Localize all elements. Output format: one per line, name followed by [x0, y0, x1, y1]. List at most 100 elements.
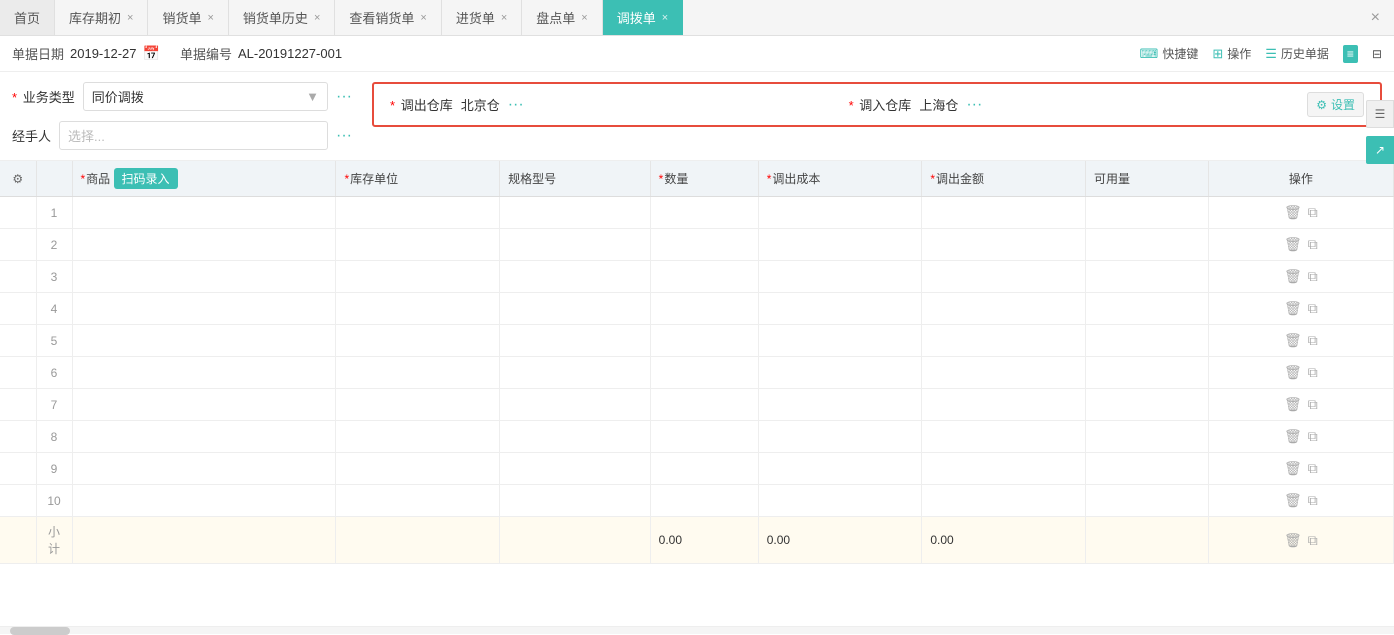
data-cell[interactable] — [72, 293, 336, 325]
data-cell[interactable] — [650, 261, 758, 293]
tab-sales-history-close[interactable]: × — [314, 12, 320, 24]
delete-row-icon[interactable]: 🗑 — [1281, 460, 1305, 476]
copy-row-icon[interactable]: ⧉ — [1305, 428, 1321, 444]
data-cell[interactable] — [650, 485, 758, 517]
delete-row-icon[interactable]: 🗑 — [1281, 396, 1305, 412]
data-cell[interactable] — [1086, 389, 1209, 421]
settings-button[interactable]: ⚙ 设置 — [1307, 92, 1364, 117]
delete-row-icon[interactable]: 🗑 — [1281, 364, 1305, 380]
copy-row-icon[interactable]: ⧉ — [1305, 332, 1321, 348]
copy-row-icon[interactable]: ⧉ — [1305, 300, 1321, 316]
data-cell[interactable] — [336, 261, 500, 293]
data-cell[interactable] — [500, 389, 651, 421]
business-type-more-icon[interactable]: ··· — [336, 89, 352, 105]
data-cell[interactable] — [72, 517, 336, 564]
data-cell[interactable] — [1086, 453, 1209, 485]
data-cell[interactable] — [922, 389, 1086, 421]
view-toggle-grid[interactable]: ⊟ — [1372, 47, 1382, 61]
data-cell[interactable] — [758, 261, 922, 293]
data-cell[interactable] — [650, 197, 758, 229]
data-cell[interactable] — [1086, 197, 1209, 229]
data-cell[interactable] — [1086, 485, 1209, 517]
copy-row-icon[interactable]: ⧉ — [1305, 364, 1321, 380]
data-cell[interactable] — [650, 357, 758, 389]
data-cell[interactable] — [1086, 325, 1209, 357]
horizontal-scrollbar[interactable] — [0, 626, 1394, 634]
tab-view-sales[interactable]: 查看销货单 × — [335, 0, 441, 35]
data-cell[interactable] — [336, 485, 500, 517]
history-button[interactable]: ☰ 历史单据 — [1265, 45, 1329, 62]
copy-row-icon[interactable]: ⧉ — [1305, 460, 1321, 476]
data-cell[interactable] — [500, 293, 651, 325]
th-settings[interactable]: ⚙ — [0, 161, 36, 197]
tab-purchase-close[interactable]: × — [501, 12, 507, 24]
copy-row-icon[interactable]: ⧉ — [1305, 268, 1321, 284]
data-cell[interactable] — [72, 421, 336, 453]
data-cell[interactable] — [922, 485, 1086, 517]
tab-inventory-check[interactable]: 盘点单 × — [522, 0, 602, 35]
data-cell[interactable] — [650, 229, 758, 261]
data-cell[interactable] — [72, 357, 336, 389]
person-more-icon[interactable]: ··· — [336, 128, 352, 144]
data-cell[interactable] — [1086, 357, 1209, 389]
delete-row-icon[interactable]: 🗑 — [1281, 268, 1305, 284]
copy-row-icon[interactable]: ⧉ — [1305, 396, 1321, 412]
data-cell[interactable] — [1086, 517, 1209, 564]
operations-button[interactable]: ⊞ 操作 — [1212, 45, 1251, 62]
data-cell[interactable] — [758, 197, 922, 229]
copy-row-icon[interactable]: ⧉ — [1305, 204, 1321, 220]
data-cell[interactable] — [650, 389, 758, 421]
tab-transfer[interactable]: 调拨单 × — [603, 0, 683, 35]
tab-home[interactable]: 首页 — [0, 0, 55, 35]
data-cell[interactable] — [72, 229, 336, 261]
data-cell[interactable] — [1086, 229, 1209, 261]
data-cell[interactable] — [72, 389, 336, 421]
data-cell[interactable]: 0.00 — [758, 517, 922, 564]
data-cell[interactable] — [650, 453, 758, 485]
data-cell[interactable]: 0.00 — [650, 517, 758, 564]
data-cell[interactable] — [500, 421, 651, 453]
copy-row-icon[interactable]: ⧉ — [1305, 492, 1321, 508]
delete-row-icon[interactable]: 🗑 — [1281, 236, 1305, 252]
calendar-icon[interactable]: 📅 — [143, 45, 160, 62]
copy-row-icon[interactable]: ⧉ — [1305, 236, 1321, 252]
data-cell[interactable] — [336, 357, 500, 389]
data-cell[interactable] — [758, 485, 922, 517]
data-cell[interactable] — [72, 485, 336, 517]
tab-sales-history[interactable]: 销货单历史 × — [229, 0, 335, 35]
data-cell[interactable] — [500, 517, 651, 564]
tab-transfer-close[interactable]: × — [662, 12, 668, 24]
data-cell[interactable] — [336, 453, 500, 485]
data-cell[interactable] — [650, 325, 758, 357]
data-cell[interactable] — [500, 357, 651, 389]
data-cell[interactable] — [922, 229, 1086, 261]
data-cell[interactable] — [72, 453, 336, 485]
data-cell[interactable] — [758, 421, 922, 453]
data-cell[interactable] — [72, 261, 336, 293]
tab-inventory-check-close[interactable]: × — [581, 12, 587, 24]
data-cell[interactable] — [758, 357, 922, 389]
delete-row-icon[interactable]: 🗑 — [1281, 492, 1305, 508]
delete-row-icon[interactable]: 🗑 — [1281, 428, 1305, 444]
tab-view-sales-close[interactable]: × — [420, 12, 426, 24]
transfer-out-more-icon[interactable]: ··· — [508, 97, 524, 113]
data-cell[interactable] — [922, 293, 1086, 325]
data-cell[interactable] — [758, 229, 922, 261]
grid-view-icon[interactable]: ⊟ — [1372, 47, 1382, 61]
tab-inventory-init[interactable]: 库存期初 × — [55, 0, 148, 35]
data-cell[interactable] — [650, 421, 758, 453]
data-cell[interactable] — [922, 421, 1086, 453]
data-cell[interactable] — [758, 293, 922, 325]
data-cell[interactable] — [72, 325, 336, 357]
tab-sales-order-close[interactable]: × — [207, 12, 213, 24]
person-select[interactable]: 选择... — [59, 121, 328, 150]
data-cell[interactable] — [336, 325, 500, 357]
data-cell[interactable] — [1086, 421, 1209, 453]
data-cell[interactable] — [758, 325, 922, 357]
data-cell[interactable] — [758, 389, 922, 421]
data-cell[interactable] — [922, 357, 1086, 389]
scan-button[interactable]: 扫码录入 — [114, 168, 178, 189]
view-toggle-list[interactable]: ≡ — [1343, 45, 1358, 63]
data-cell[interactable] — [500, 261, 651, 293]
sidebar-list-icon[interactable]: ☰ — [1366, 100, 1394, 128]
